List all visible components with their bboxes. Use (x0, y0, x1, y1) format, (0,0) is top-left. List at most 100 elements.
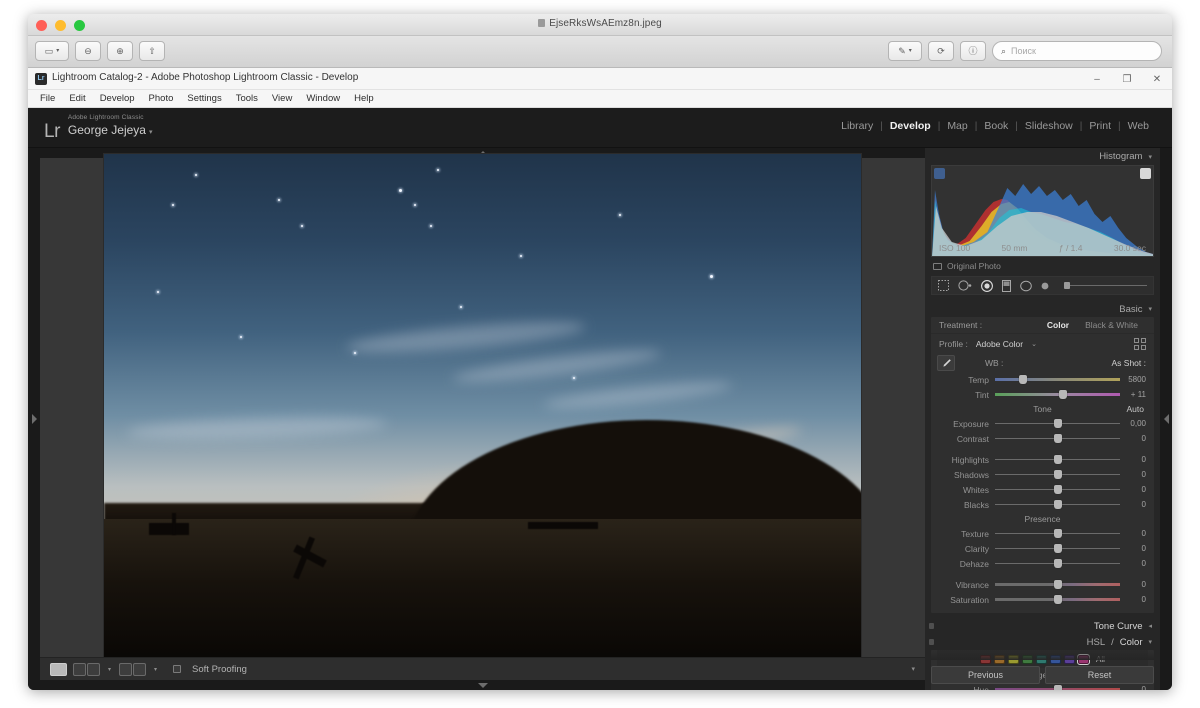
brush-size-slider[interactable] (1064, 282, 1147, 289)
contrast-value[interactable]: 0 (1120, 434, 1146, 443)
adjustment-brush-tool-icon[interactable] (1041, 282, 1049, 290)
swatch-blue[interactable] (1050, 654, 1062, 664)
basic-panel-header[interactable]: Basic ▾ (925, 301, 1160, 317)
white-balance-selector-icon[interactable] (937, 355, 955, 371)
module-picker[interactable]: Library | Develop | Map | Book | Slidesh… (834, 120, 1156, 132)
highlights-value[interactable]: 0 (1120, 455, 1146, 464)
clarity-knob[interactable] (1053, 544, 1062, 553)
treatment-option-black-and-white[interactable]: Black & White (1077, 320, 1146, 330)
saturation-slider[interactable] (995, 594, 1120, 605)
slider-row-contrast[interactable]: Contrast 0 (931, 431, 1154, 446)
temp-value[interactable]: 5800 (1120, 375, 1146, 384)
texture-slider[interactable] (995, 528, 1120, 539)
texture-value[interactable]: 0 (1120, 529, 1146, 538)
panel-switch-icon[interactable] (929, 623, 934, 629)
blacks-slider[interactable] (995, 499, 1120, 510)
auto-tone-button[interactable]: Auto (1127, 402, 1145, 416)
chevron-down-icon[interactable]: ▾ (108, 666, 111, 673)
whites-value[interactable]: 0 (1120, 485, 1146, 494)
slider-row-tint[interactable]: Tint + 11 (931, 387, 1154, 402)
toolbar-options-chevron-icon[interactable]: ▾ (911, 665, 915, 673)
hue-knob[interactable] (1053, 685, 1062, 690)
module-map[interactable]: Map (940, 120, 974, 132)
slider-row-whites[interactable]: Whites 0 (931, 482, 1154, 497)
crop-overlay-tool-icon[interactable] (938, 280, 949, 291)
slider-row-vibrance[interactable]: Vibrance 0 (931, 577, 1154, 592)
graduated-filter-tool-icon[interactable] (1002, 279, 1011, 292)
dehaze-value[interactable]: 0 (1120, 559, 1146, 568)
slider-row-exposure[interactable]: Exposure 0,00 (931, 416, 1154, 431)
chevron-down-icon[interactable]: ▾ (1148, 305, 1152, 313)
temp-knob[interactable] (1018, 375, 1027, 384)
shadow-clipping-indicator[interactable] (934, 168, 945, 179)
menu-edit[interactable]: Edit (63, 92, 91, 105)
app-minimize-button[interactable]: – (1082, 68, 1112, 90)
tone-curve-panel-header[interactable]: Tone Curve ◂ (925, 618, 1160, 634)
hsl-all-button[interactable]: All (1096, 655, 1105, 664)
whites-knob[interactable] (1053, 485, 1062, 494)
slider-row-temp[interactable]: Temp 5800 (931, 372, 1154, 387)
saturation-knob[interactable] (1053, 595, 1062, 604)
highlights-knob[interactable] (1053, 455, 1062, 464)
swatch-yellow[interactable] (1008, 654, 1020, 664)
shadows-value[interactable]: 0 (1120, 470, 1146, 479)
photo-toolbar[interactable]: ▾ ▾ Soft Proofing ▾ (40, 657, 925, 680)
highlights-slider[interactable] (995, 454, 1120, 465)
profile-browser-icon[interactable] (1134, 338, 1146, 350)
previous-button[interactable]: Previous (931, 666, 1040, 684)
zoom-out-button[interactable]: ⊖ (75, 41, 101, 61)
slider-row-dehaze[interactable]: Dehaze 0 (931, 556, 1154, 571)
clarity-value[interactable]: 0 (1120, 544, 1146, 553)
search-field[interactable]: ⌕ Поиск (992, 41, 1162, 61)
swatch-magenta[interactable] (1077, 653, 1091, 665)
slider-row-blacks[interactable]: Blacks 0 (931, 497, 1154, 512)
soft-proofing-checkbox[interactable] (173, 665, 182, 673)
tint-slider[interactable] (995, 389, 1120, 400)
menu-window[interactable]: Window (300, 92, 346, 105)
texture-knob[interactable] (1053, 529, 1062, 538)
white-balance-row[interactable]: WB : As Shot : (931, 354, 1154, 372)
reset-button[interactable]: Reset (1045, 666, 1154, 684)
module-print[interactable]: Print (1082, 120, 1118, 132)
develop-tool-strip[interactable] (931, 276, 1154, 295)
contrast-knob[interactable] (1053, 434, 1062, 443)
shadows-slider[interactable] (995, 469, 1120, 480)
markup-button[interactable]: ✎ ▾ (888, 41, 922, 61)
color-title[interactable]: Color (1120, 637, 1143, 648)
white-balance-value[interactable]: As Shot : (1112, 358, 1147, 368)
hue-slider[interactable] (995, 684, 1120, 690)
original-photo-row[interactable]: Original Photo (925, 257, 1160, 274)
menu-file[interactable]: File (34, 92, 61, 105)
panel-switch-icon[interactable] (929, 639, 934, 645)
treatment-row[interactable]: Treatment : Color Black & White (931, 317, 1154, 334)
before-after-view-button[interactable] (119, 662, 147, 676)
vibrance-value[interactable]: 0 (1120, 580, 1146, 589)
filmstrip-toggle[interactable] (40, 680, 925, 690)
slider-row-highlights[interactable]: Highlights 0 (931, 452, 1154, 467)
identity-plate[interactable]: Lr Adobe Lightroom Classic George Jejeya… (44, 114, 152, 142)
blacks-knob[interactable] (1053, 500, 1062, 509)
share-button[interactable]: ⇧ (139, 41, 165, 61)
swatch-orange[interactable] (994, 654, 1006, 664)
chevron-left-icon[interactable]: ◂ (1148, 622, 1152, 630)
chevron-down-icon[interactable]: ▾ (1148, 153, 1152, 161)
dehaze-knob[interactable] (1053, 559, 1062, 568)
profile-value[interactable]: Adobe Color (976, 339, 1023, 349)
profile-row[interactable]: Profile : Adobe Color ⌄ (931, 334, 1154, 354)
compare-view-button[interactable] (73, 662, 100, 676)
menu-view[interactable]: View (266, 92, 298, 105)
hsl-color-panel-header[interactable]: HSL / Color ▾ (925, 634, 1160, 650)
slider-row-saturation[interactable]: Saturation 0 (931, 592, 1154, 607)
temp-slider[interactable] (995, 374, 1120, 385)
menu-tools[interactable]: Tools (230, 92, 264, 105)
radial-filter-tool-icon[interactable] (1020, 280, 1032, 292)
tint-value[interactable]: + 11 (1120, 390, 1146, 399)
develop-action-buttons[interactable]: Previous Reset (931, 666, 1154, 684)
menu-settings[interactable]: Settings (181, 92, 227, 105)
menu-help[interactable]: Help (348, 92, 380, 105)
chevron-down-icon[interactable]: ▾ (149, 129, 153, 136)
vibrance-slider[interactable] (995, 579, 1120, 590)
hue-value[interactable]: 0 (1120, 685, 1146, 690)
profile-chevron-icon[interactable]: ⌄ (1031, 340, 1037, 348)
module-book[interactable]: Book (977, 120, 1015, 132)
